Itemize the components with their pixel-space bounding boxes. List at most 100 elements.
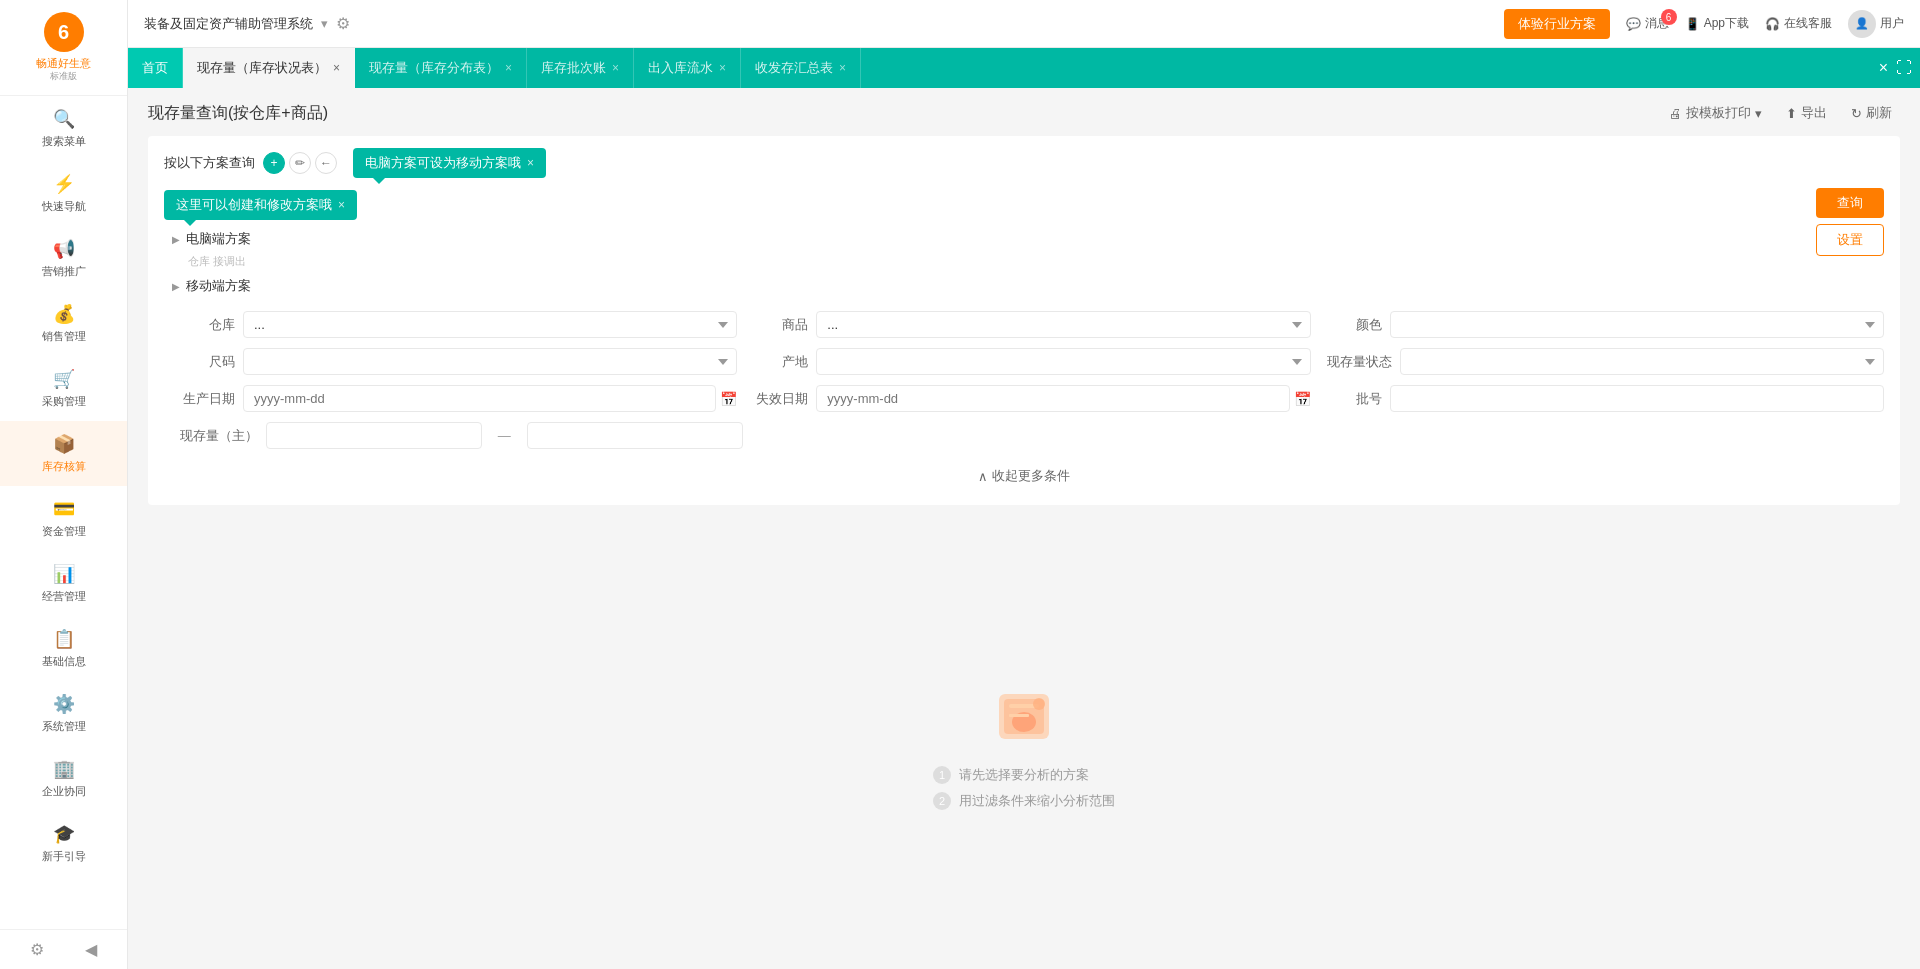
- collapse-btn[interactable]: ∧ 收起更多条件: [164, 459, 1884, 493]
- sidebar-item-purchase[interactable]: 🛒 采购管理: [0, 356, 127, 421]
- sidebar-item-inventory[interactable]: 📦 库存核算: [0, 421, 127, 486]
- sidebar-item-guide[interactable]: 🎓 新手引导: [0, 811, 127, 876]
- empty-state: 1 请先选择要分析的方案 2 用过滤条件来缩小分析范围: [128, 515, 1920, 969]
- tab-close-all-btn[interactable]: ×: [1879, 59, 1888, 77]
- size-label: 尺码: [180, 353, 235, 371]
- message-item[interactable]: 💬 6 消息: [1626, 15, 1669, 32]
- scheme-arrow-pc: ▶: [172, 234, 180, 245]
- quicknav-icon: ⚡: [53, 173, 75, 195]
- prev-scheme-btn[interactable]: ←: [315, 152, 337, 174]
- tab-batch-account[interactable]: 库存批次账 ×: [527, 48, 634, 88]
- tab-receive-summary-close[interactable]: ×: [839, 61, 846, 75]
- sidebar-label-basicinfo: 基础信息: [42, 654, 86, 669]
- filter-stock-status: 现存量状态: [1327, 348, 1884, 375]
- sidebar-label-system: 系统管理: [42, 719, 86, 734]
- stock-qty-label: 现存量（主）: [180, 427, 258, 445]
- main-area: 装备及固定资产辅助管理系统 ▾ ⚙ 体验行业方案 💬 6 消息 📱 App下载: [128, 0, 1920, 969]
- settings-btn[interactable]: ⚙: [30, 940, 44, 959]
- tab-bar-right: × ⛶: [1879, 59, 1920, 77]
- scheme-item-mobile[interactable]: ▶ 移动端方案: [164, 273, 1884, 299]
- trial-btn[interactable]: 体验行业方案: [1504, 9, 1610, 39]
- filter-batch-no: 批号: [1327, 385, 1884, 412]
- filter-exp-date: 失效日期 📅: [753, 385, 1310, 412]
- user-item[interactable]: 👤 用户: [1848, 10, 1904, 38]
- product-select[interactable]: ...: [816, 311, 1310, 338]
- refresh-btn[interactable]: ↻ 刷新: [1843, 100, 1900, 126]
- tab-inout-flow-close[interactable]: ×: [719, 61, 726, 75]
- edit-scheme-btn[interactable]: ✏: [289, 152, 311, 174]
- tab-inventory-dist-close[interactable]: ×: [505, 61, 512, 75]
- warehouse-select[interactable]: ...: [243, 311, 737, 338]
- tab-inventory-dist[interactable]: 现存量（库存分布表） ×: [355, 48, 527, 88]
- set-btn[interactable]: 设置: [1816, 224, 1884, 256]
- exp-date-calendar-icon[interactable]: 📅: [1294, 391, 1311, 407]
- sidebar-item-quicknav[interactable]: ⚡ 快速导航: [0, 161, 127, 226]
- tab-home[interactable]: 首页: [128, 48, 183, 88]
- online-service-item[interactable]: 🎧 在线客服: [1765, 15, 1832, 32]
- export-btn[interactable]: ⬆ 导出: [1778, 100, 1835, 126]
- collapse-sidebar-btn[interactable]: ◀: [85, 940, 97, 959]
- sidebar-item-operations[interactable]: 📊 经营管理: [0, 551, 127, 616]
- prod-date-input[interactable]: [243, 385, 716, 412]
- system-title-text: 装备及固定资产辅助管理系统: [144, 15, 313, 33]
- sidebar: 6 畅通好生意 标准版 🔍 搜索菜单 ⚡ 快速导航 📢 营销推广 💰 销售管理: [0, 0, 128, 969]
- filter-prod-date: 生产日期 📅: [180, 385, 737, 412]
- stock-status-select[interactable]: [1400, 348, 1884, 375]
- tab-bar: 首页 现存量（库存状况表） × 现存量（库存分布表） × 库存批次账 × 出入库…: [128, 48, 1920, 88]
- exp-date-input-group: 📅: [816, 385, 1310, 412]
- scheme-tooltip-close[interactable]: ×: [527, 156, 534, 170]
- batch-no-input[interactable]: [1390, 385, 1884, 412]
- filter-row-1: 仓库 ... 商品 ... 颜色: [180, 311, 1884, 338]
- guide-icon: 🎓: [53, 823, 75, 845]
- sidebar-item-enterprise[interactable]: 🏢 企业协同: [0, 746, 127, 811]
- sidebar-item-sales[interactable]: 💰 销售管理: [0, 291, 127, 356]
- finance-icon: 💳: [53, 498, 75, 520]
- scheme-tree: 这里可以创建和修改方案哦 × ▶ 电脑端方案 仓库 接调出 ▶ 移动端方案: [164, 190, 1884, 299]
- sidebar-label-inventory: 库存核算: [42, 459, 86, 474]
- tab-batch-account-close[interactable]: ×: [612, 61, 619, 75]
- tab-inventory-status[interactable]: 现存量（库存状况表） ×: [183, 48, 355, 88]
- scheme-tooltip-text: 电脑方案可设为移动方案哦: [365, 154, 521, 172]
- online-service-label: 在线客服: [1784, 15, 1832, 32]
- page-content: 现存量查询(按仓库+商品) 🖨 按模板打印 ▾ ⬆ 导出 ↻ 刷新: [128, 88, 1920, 969]
- scheme-name-pc: 电脑端方案: [186, 230, 251, 248]
- sidebar-item-system[interactable]: ⚙️ 系统管理: [0, 681, 127, 746]
- color-select[interactable]: [1390, 311, 1884, 338]
- sidebar-item-search[interactable]: 🔍 搜索菜单: [0, 96, 127, 161]
- print-btn[interactable]: 🖨 按模板打印 ▾: [1661, 100, 1770, 126]
- tab-receive-summary[interactable]: 收发存汇总表 ×: [741, 48, 861, 88]
- export-label: 导出: [1801, 104, 1827, 122]
- sidebar-item-marketing[interactable]: 📢 营销推广: [0, 226, 127, 291]
- tab-inout-flow[interactable]: 出入库流水 ×: [634, 48, 741, 88]
- settings-gear-icon[interactable]: ⚙: [336, 14, 350, 33]
- scheme-item-pc[interactable]: ▶ 电脑端方案: [164, 226, 1884, 252]
- system-icon: ⚙️: [53, 693, 75, 715]
- headset-icon: 🎧: [1765, 17, 1780, 31]
- tab-home-label: 首页: [142, 59, 168, 77]
- prod-date-calendar-icon[interactable]: 📅: [720, 391, 737, 407]
- system-title-area: 装备及固定资产辅助管理系统 ▾ ⚙: [144, 14, 1504, 33]
- add-scheme-btn[interactable]: +: [263, 152, 285, 174]
- query-header: 按以下方案查询 + ✏ ← 电脑方案可设为移动方案哦 ×: [164, 148, 1884, 178]
- tab-expand-btn[interactable]: ⛶: [1896, 59, 1912, 77]
- create-tooltip-text: 这里可以创建和修改方案哦: [176, 196, 332, 214]
- search-btn[interactable]: 查询: [1816, 188, 1884, 218]
- tab-inventory-status-close[interactable]: ×: [333, 61, 340, 75]
- color-label: 颜色: [1327, 316, 1382, 334]
- sales-icon: 💰: [53, 303, 75, 325]
- app-download-item[interactable]: 📱 App下载: [1685, 15, 1749, 32]
- create-tooltip-close[interactable]: ×: [338, 198, 345, 212]
- sidebar-item-finance[interactable]: 💳 资金管理: [0, 486, 127, 551]
- stock-qty-from-input[interactable]: [266, 422, 482, 449]
- sidebar-label-marketing: 营销推广: [42, 264, 86, 279]
- refresh-icon: ↻: [1851, 106, 1862, 121]
- sidebar-item-basicinfo[interactable]: 📋 基础信息: [0, 616, 127, 681]
- origin-select[interactable]: [816, 348, 1310, 375]
- exp-date-input[interactable]: [816, 385, 1289, 412]
- size-select[interactable]: [243, 348, 737, 375]
- sidebar-label-search: 搜索菜单: [42, 134, 86, 149]
- stock-qty-to-input[interactable]: [527, 422, 743, 449]
- stock-qty-separator: —: [498, 428, 511, 443]
- system-title-dropdown-icon[interactable]: ▾: [321, 16, 328, 31]
- scheme-sub-label: 仓库 接调出: [164, 254, 1884, 269]
